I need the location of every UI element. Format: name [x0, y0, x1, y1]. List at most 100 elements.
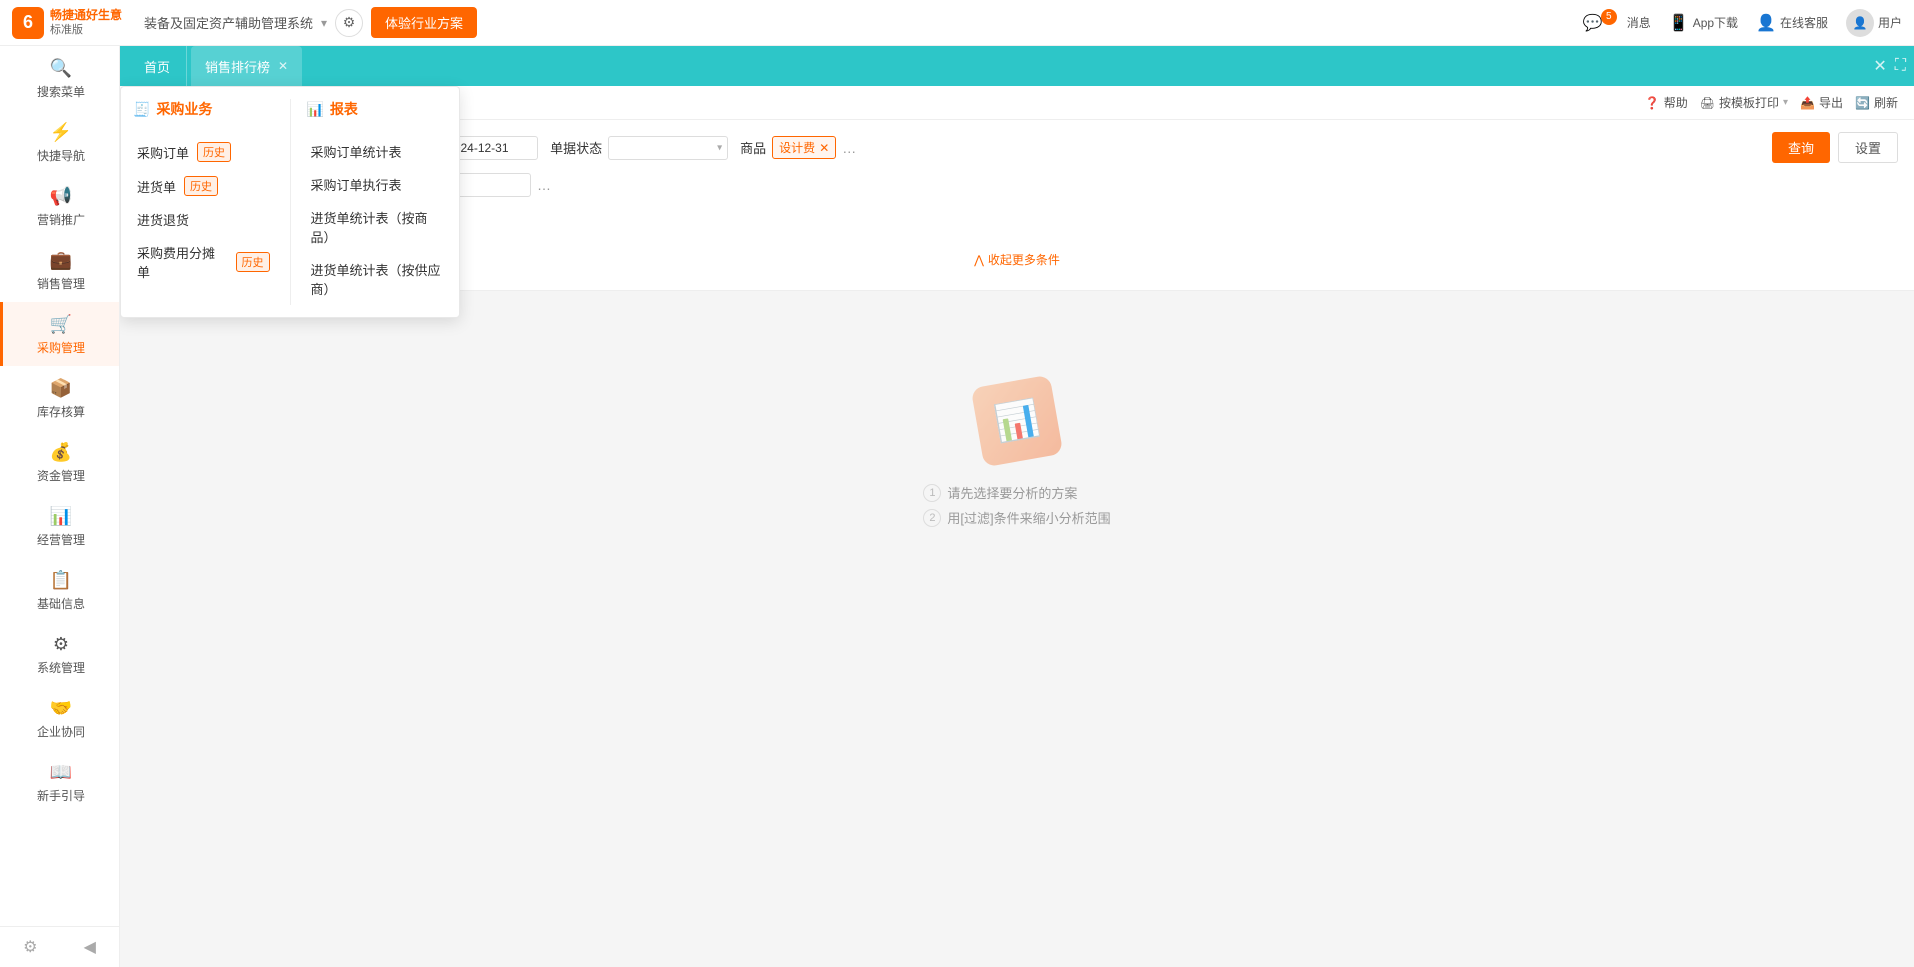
empty-hint-row-1: 1 请先选择要分析的方案	[923, 483, 1077, 502]
sidebar-item-search[interactable]: 🔍 搜索菜单	[0, 46, 119, 110]
app-download-btn[interactable]: 📱 App下载	[1669, 13, 1738, 33]
goods-tag-close[interactable]: ✕	[819, 141, 829, 155]
tab-bar-close-icon[interactable]: ✕	[1873, 56, 1886, 76]
sidebar-item-label: 资金管理	[37, 467, 85, 484]
user-btn[interactable]: 👤 用户	[1846, 9, 1902, 37]
search-icon: 🔍	[50, 58, 72, 79]
tab-home[interactable]: 首页	[128, 46, 187, 86]
sidebar-item-finance[interactable]: 💰 资金管理	[0, 430, 119, 494]
sidebar-collapse-btn[interactable]: ◀	[84, 937, 96, 957]
sidebar-item-operations[interactable]: 📊 经营管理	[0, 494, 119, 558]
order-status-select[interactable]	[608, 136, 728, 160]
sidebar-item-marketing[interactable]: 📢 营销推广	[0, 174, 119, 238]
refresh-btn[interactable]: 🔄 刷新	[1855, 94, 1898, 111]
sidebar-item-label: 系统管理	[37, 659, 85, 676]
hist-badge: 历史	[197, 142, 231, 162]
tab-bar-expand-icon[interactable]: ⛶	[1895, 57, 1906, 75]
dropdown-purchase-col: 🧾 采购业务 采购订单 历史 进货单 历史 进货退货	[121, 99, 286, 305]
dropdown-item-return[interactable]: 进货退货	[133, 203, 274, 236]
print-dropdown-icon: ▾	[1783, 97, 1788, 108]
sidebar-item-guide[interactable]: 📖 新手引导	[0, 750, 119, 814]
sidebar-settings-btn[interactable]: ⚙	[23, 937, 37, 957]
base-info-icon: 📋	[50, 570, 72, 591]
sidebar-item-label: 销售管理	[37, 275, 85, 292]
sidebar-bottom: ⚙ ◀	[0, 926, 119, 967]
main-layout: 🔍 搜索菜单 ⚡ 快捷导航 📢 营销推广 💼 销售管理 🛒 采购管理 📦 库存核…	[0, 46, 1914, 967]
query-btn[interactable]: 查询	[1772, 132, 1830, 163]
dropdown-item-report4[interactable]: 进货单统计表（按供应商）	[307, 253, 448, 305]
online-service-btn[interactable]: 👤 在线客服	[1756, 13, 1828, 33]
dropdown-item-purchase-order[interactable]: 采购订单 历史	[133, 135, 274, 169]
sidebar-item-label: 经营管理	[37, 531, 85, 548]
content-area: 首页 销售排行榜 ✕ ✕ ⛶ 🧾 采购业务	[120, 46, 1914, 967]
dropdown-item-report3[interactable]: 进货单统计表（按商品）	[307, 201, 448, 253]
report-title-text: 报表	[330, 99, 358, 119]
export-btn[interactable]: 📤 导出	[1800, 94, 1843, 111]
service-icon: 👤	[1756, 13, 1776, 33]
print-btn[interactable]: 🖨 按模板打印 ▾	[1700, 94, 1788, 111]
sidebar-item-cooperation[interactable]: 🤝 企业协同	[0, 686, 119, 750]
dropdown-item-expense[interactable]: 采购费用分摊单 历史	[133, 236, 274, 288]
dropdown-item-incoming[interactable]: 进货单 历史	[133, 169, 274, 203]
empty-illustration: 📊	[957, 371, 1077, 471]
system-title-text: 装备及固定资产辅助管理系统	[144, 13, 313, 32]
order-status-group: 单据状态	[550, 136, 728, 160]
settings-gear-btn[interactable]: ⚙	[335, 9, 363, 37]
tab-bar-right: ✕ ⛶	[1873, 56, 1906, 76]
dropdown-purchase-title: 🧾 采购业务	[133, 99, 274, 125]
industry-btn[interactable]: 体验行业方案	[371, 7, 477, 38]
avatar: 👤	[1846, 9, 1874, 37]
system-dropdown-btn[interactable]: ▾	[321, 16, 327, 30]
system-title-area: 装备及固定资产辅助管理系统 ▾ ⚙ 体验行业方案	[132, 7, 1583, 38]
sidebar-item-label: 快捷导航	[37, 147, 85, 164]
action-buttons: 查询 设置	[1772, 132, 1898, 163]
refresh-icon: 🔄	[1855, 96, 1870, 110]
operations-icon: 📊	[50, 506, 72, 527]
dropdown-item-report1[interactable]: 采购订单统计表	[307, 135, 448, 168]
hint-text-2: 用[过滤]条件来缩小分析范围	[947, 508, 1110, 527]
tab-active[interactable]: 销售排行榜 ✕	[191, 46, 302, 86]
sidebar-item-purchase[interactable]: 🛒 采购管理	[0, 302, 119, 366]
empty-hint: 1 请先选择要分析的方案 2 用[过滤]条件来缩小分析范围	[923, 483, 1110, 527]
hist-badge: 历史	[236, 252, 270, 272]
online-service-label: 在线客服	[1780, 14, 1828, 31]
purchase-title-icon: 🧾	[133, 101, 150, 118]
tab-close-btn[interactable]: ✕	[278, 59, 288, 73]
top-right-area: 💬 5 消息 📱 App下载 👤 在线客服 👤 用户	[1583, 9, 1902, 37]
sales-icon: 💼	[50, 250, 72, 271]
item-label: 采购订单执行表	[311, 175, 402, 194]
sidebar-item-nav[interactable]: ⚡ 快捷导航	[0, 110, 119, 174]
report-title-icon: 📊	[307, 101, 324, 118]
empty-hint-row-2: 2 用[过滤]条件来缩小分析范围	[923, 508, 1110, 527]
hist-badge: 历史	[184, 176, 218, 196]
tab-bar: 首页 销售排行榜 ✕ ✕ ⛶	[120, 46, 1914, 86]
sidebar-item-label: 新手引导	[37, 787, 85, 804]
help-btn[interactable]: ❓ 帮助	[1645, 94, 1688, 111]
collapse-label: 收起更多条件	[988, 251, 1060, 268]
sidebar-item-inventory[interactable]: 📦 库存核算	[0, 366, 119, 430]
sidebar-item-sales[interactable]: 💼 销售管理	[0, 238, 119, 302]
cooperation-icon: 🤝	[50, 698, 72, 719]
tab-home-label: 首页	[144, 57, 170, 76]
guide-icon: 📖	[50, 762, 72, 783]
item-label: 进货退货	[137, 210, 189, 229]
sidebar-item-label: 采购管理	[37, 339, 85, 356]
goods-tag: 设计费 ✕	[772, 136, 836, 159]
message-badge: 5	[1601, 9, 1617, 25]
hint-num-2: 2	[923, 509, 941, 527]
help-icon: ❓	[1645, 96, 1660, 110]
item-label: 采购费用分摊单	[137, 243, 228, 281]
hint-text-1: 请先选择要分析的方案	[947, 483, 1077, 502]
dropdown-divider	[290, 99, 291, 305]
salesperson-ellipsis[interactable]: …	[537, 177, 551, 193]
order-status-select-wrapper	[608, 136, 728, 160]
dropdown-report-title: 📊 报表	[307, 99, 448, 125]
dropdown-item-report2[interactable]: 采购订单执行表	[307, 168, 448, 201]
message-btn[interactable]: 💬 5 消息	[1583, 13, 1651, 33]
setting-btn[interactable]: 设置	[1838, 132, 1898, 163]
sidebar-item-system[interactable]: ⚙ 系统管理	[0, 622, 119, 686]
top-bar: 6 畅捷通好生意 标准版 装备及固定资产辅助管理系统 ▾ ⚙ 体验行业方案 💬 …	[0, 0, 1914, 46]
refresh-label: 刷新	[1874, 94, 1898, 111]
sidebar-item-base-info[interactable]: 📋 基础信息	[0, 558, 119, 622]
goods-ellipsis-btn[interactable]: …	[842, 140, 856, 156]
